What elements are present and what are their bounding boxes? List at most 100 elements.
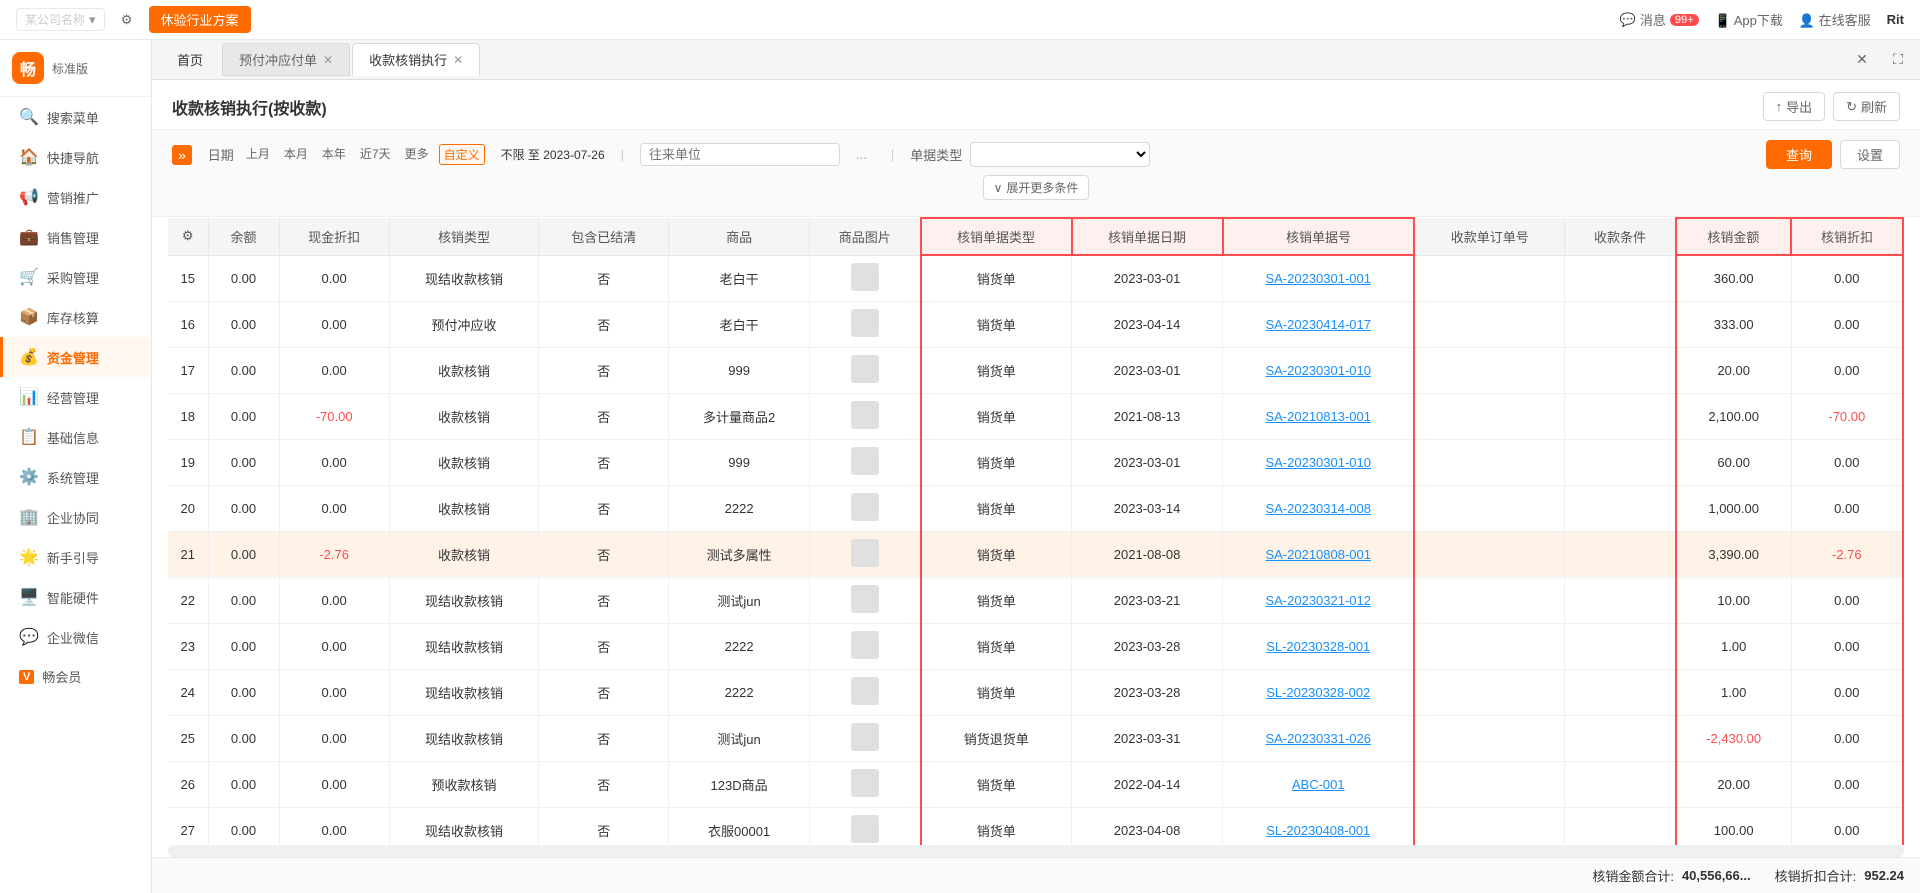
cell-no: 17 (168, 347, 208, 393)
date-this-year[interactable]: 本年 (318, 144, 350, 165)
cell-writeoff-bill-no[interactable]: SA-20230314-008 (1223, 485, 1415, 531)
window-maximize-button[interactable]: ⛶ (1884, 46, 1912, 74)
expand-conditions-button[interactable]: ∨ 展开更多条件 (983, 175, 1090, 200)
ellipsis-button[interactable]: ... (848, 145, 875, 164)
cell-balance: 0.00 (208, 485, 279, 531)
tab-receipt[interactable]: 收款核销执行 ✕ (352, 43, 480, 76)
cell-writeoff-discount: 0.00 (1791, 347, 1903, 393)
cell-writeoff-bill-no[interactable]: SA-20230331-026 (1223, 715, 1415, 761)
cell-include-settled: 否 (539, 255, 669, 301)
query-button[interactable]: 查询 (1766, 140, 1832, 169)
sidebar-item-member[interactable]: V 畅会员 (0, 657, 151, 696)
collapse-btn[interactable]: » (172, 145, 192, 165)
cell-no: 22 (168, 577, 208, 623)
table-header-row: ⚙ 余额 现金折扣 核销类型 包含已结清 商品 商品图片 核销单据类型 核销单据… (168, 218, 1903, 255)
sidebar-item-hardware[interactable]: 🖥️ 智能硬件 (0, 577, 151, 617)
cell-writeoff-bill-no[interactable]: SA-20230321-012 (1223, 577, 1415, 623)
cell-balance: 0.00 (208, 761, 279, 807)
window-close-button[interactable]: ✕ (1848, 46, 1876, 74)
online-service-button[interactable]: 👤 在线客服 (1799, 10, 1871, 29)
cell-writeoff-bill-date: 2021-08-08 (1072, 531, 1223, 577)
app-download-button[interactable]: 📱 App下载 (1715, 10, 1783, 29)
sidebar: 畅 标准版 🔍 搜索菜单 🏠 快捷导航 📢 营销推广 💼 销售管理 🛒 采购管理… (0, 40, 152, 893)
filter-settings-button[interactable]: 设置 (1840, 140, 1900, 169)
sidebar-item-operation[interactable]: 📊 经营管理 (0, 377, 151, 417)
date-custom[interactable]: 自定义 (439, 144, 485, 165)
industry-button[interactable]: 休验行业方案 (149, 6, 251, 33)
cell-writeoff-bill-type: 销货单 (921, 669, 1072, 715)
tab-home[interactable]: 首页 (160, 43, 220, 76)
doc-type-select[interactable] (970, 142, 1150, 167)
horizontal-scrollbar[interactable] (168, 845, 1904, 857)
cell-writeoff-bill-no[interactable]: SA-20230414-017 (1223, 301, 1415, 347)
th-product-image: 商品图片 (809, 218, 920, 255)
cell-writeoff-bill-no[interactable]: SL-20230328-001 (1223, 623, 1415, 669)
sidebar-item-wechat[interactable]: 💬 企业微信 (0, 617, 151, 657)
company-name: 某公司名称 (25, 11, 85, 28)
footer-total-discount: 核销折扣合计: 952.24 (1775, 866, 1904, 885)
sidebar-item-basic[interactable]: 📋 基础信息 (0, 417, 151, 457)
cell-writeoff-bill-date: 2023-03-21 (1072, 577, 1223, 623)
cell-writeoff-bill-no[interactable]: SL-20230408-001 (1223, 807, 1415, 845)
th-writeoff-type: 核销类型 (389, 218, 539, 255)
cell-writeoff-bill-no[interactable]: SA-20210813-001 (1223, 393, 1415, 439)
date-7days[interactable]: 近7天 (356, 144, 395, 165)
cell-writeoff-bill-no[interactable]: SA-20210808-001 (1223, 531, 1415, 577)
cell-writeoff-bill-no[interactable]: SA-20230301-010 (1223, 439, 1415, 485)
th-settings[interactable]: ⚙ (168, 218, 208, 255)
cell-balance: 0.00 (208, 347, 279, 393)
date-more[interactable]: 更多 (401, 144, 433, 165)
cell-writeoff-bill-no[interactable]: SL-20230328-002 (1223, 669, 1415, 715)
sidebar-item-guide[interactable]: 🌟 新手引导 (0, 537, 151, 577)
sidebar-item-company[interactable]: 🏢 企业协同 (0, 497, 151, 537)
cell-cash-discount: -2.76 (279, 531, 389, 577)
user-name[interactable]: Rit (1887, 12, 1904, 27)
cell-receipt-order-no (1414, 761, 1564, 807)
sidebar-item-system[interactable]: ⚙️ 系统管理 (0, 457, 151, 497)
cell-include-settled: 否 (539, 669, 669, 715)
cell-writeoff-bill-no[interactable]: ABC-001 (1223, 761, 1415, 807)
messages-button[interactable]: 💬 消息 99+ (1620, 10, 1699, 29)
settings-icon[interactable]: ⚙ (113, 6, 141, 34)
sidebar-item-sales[interactable]: 💼 销售管理 (0, 217, 151, 257)
cell-receipt-condition (1565, 761, 1676, 807)
tab-receipt-close[interactable]: ✕ (453, 53, 463, 67)
cell-cash-discount: 0.00 (279, 623, 389, 669)
cell-writeoff-bill-type: 销货单 (921, 301, 1072, 347)
cell-receipt-condition (1565, 623, 1676, 669)
export-button[interactable]: ↑ 导出 (1763, 92, 1826, 121)
cell-writeoff-amount: 2,100.00 (1676, 393, 1791, 439)
cell-writeoff-bill-no[interactable]: SA-20230301-001 (1223, 255, 1415, 301)
sidebar-item-inventory[interactable]: 📦 库存核算 (0, 297, 151, 337)
company-icon: 🏢 (19, 507, 39, 527)
company-selector[interactable]: 某公司名称 ▾ (16, 8, 105, 31)
cell-writeoff-bill-no[interactable]: SA-20230301-010 (1223, 347, 1415, 393)
cell-writeoff-amount: 100.00 (1676, 807, 1791, 845)
collapse-icon[interactable]: » (172, 145, 192, 165)
cell-product-image (809, 393, 920, 439)
partner-input[interactable] (640, 143, 840, 166)
search-icon: 🔍 (19, 107, 39, 127)
th-cash-discount: 现金折扣 (279, 218, 389, 255)
tab-prepay-close[interactable]: ✕ (323, 53, 333, 67)
tab-prepay[interactable]: 预付冲应付单 ✕ (222, 43, 350, 76)
date-links: 上月 本月 本年 近7天 更多 自定义 (242, 144, 485, 165)
sidebar-label-system: 系统管理 (47, 468, 99, 487)
sidebar-item-finance[interactable]: 💰 资金管理 (0, 337, 151, 377)
cell-product-image (809, 439, 920, 485)
cell-writeoff-bill-type: 销货单 (921, 439, 1072, 485)
cell-no: 15 (168, 255, 208, 301)
sidebar-item-marketing[interactable]: 📢 营销推广 (0, 177, 151, 217)
sidebar-item-shortcut[interactable]: 🏠 快捷导航 (0, 137, 151, 177)
date-prev-month[interactable]: 上月 (242, 144, 274, 165)
date-range-text: 不限 至 2023-07-26 (501, 146, 605, 163)
sidebar-item-purchase[interactable]: 🛒 采购管理 (0, 257, 151, 297)
tab-home-label: 首页 (177, 50, 203, 69)
sidebar-item-search[interactable]: 🔍 搜索菜单 (0, 97, 151, 137)
date-this-month[interactable]: 本月 (280, 144, 312, 165)
cell-writeoff-amount: 1.00 (1676, 623, 1791, 669)
cell-product-image (809, 531, 920, 577)
cell-cash-discount: 0.00 (279, 439, 389, 485)
cell-writeoff-amount: 20.00 (1676, 761, 1791, 807)
refresh-button[interactable]: ↻ 刷新 (1833, 92, 1900, 121)
